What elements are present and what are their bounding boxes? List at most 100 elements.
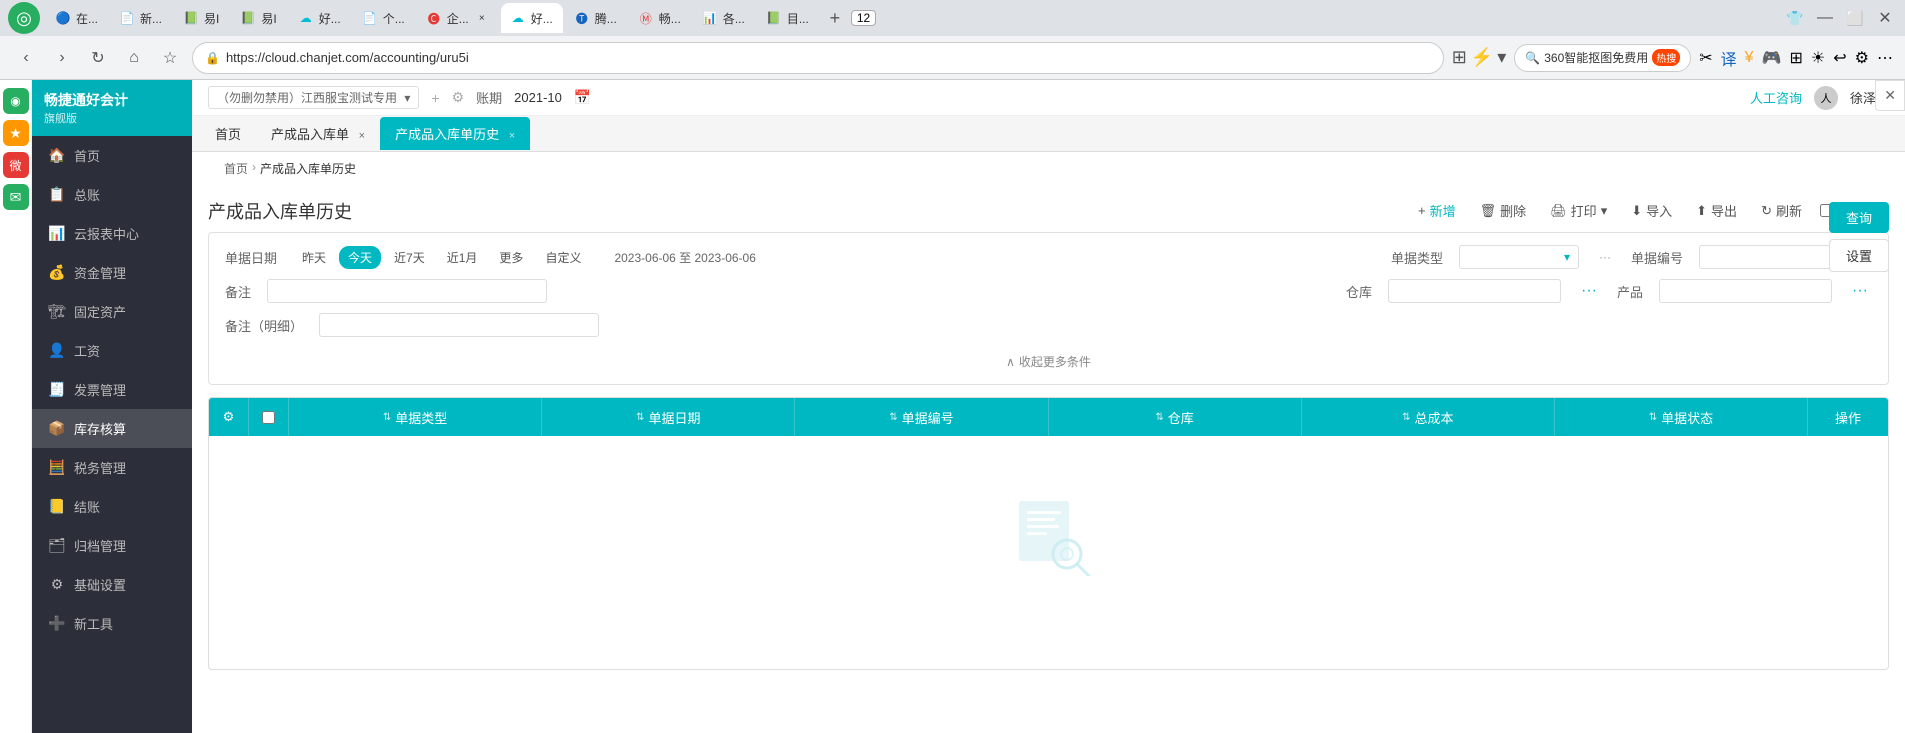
export-button[interactable]: ⬆ 导出 <box>1690 197 1743 224</box>
th-warehouse[interactable]: ⇅ 仓库 <box>1049 398 1302 436</box>
calendar-icon[interactable]: 📅 <box>574 89 591 106</box>
date-btn-today[interactable]: 今天 <box>339 246 381 269</box>
left-icon-green[interactable]: ◉ <box>3 88 29 114</box>
th-date[interactable]: ⇅ 单据日期 <box>542 398 795 436</box>
date-btn-more[interactable]: 更多 <box>490 246 532 269</box>
nav-item-funds[interactable]: 💰 资金管理 <box>32 253 192 292</box>
date-btn-7days[interactable]: 近7天 <box>385 246 434 269</box>
left-icon-red[interactable]: 微 <box>3 152 29 178</box>
th-status[interactable]: ⇅ 单据状态 <box>1555 398 1808 436</box>
forward-button[interactable]: › <box>48 44 76 72</box>
nav-item-assets[interactable]: 🏗 固定资产 <box>32 292 192 331</box>
nav-item-invoice[interactable]: 🧾 发票管理 <box>32 370 192 409</box>
date-btn-custom[interactable]: 自定义 <box>536 246 590 269</box>
date-btn-1month[interactable]: 近1月 <box>438 246 487 269</box>
page-tab-history-close[interactable]: × <box>509 130 515 142</box>
back-button[interactable]: ‹ <box>12 44 40 72</box>
page-tab-list[interactable]: 产成品入库单 × <box>256 117 380 150</box>
grid-icon[interactable]: ⊞ <box>1452 47 1467 68</box>
minimize-button[interactable]: — <box>1813 6 1837 30</box>
th-num[interactable]: ⇅ 单据编号 <box>795 398 1048 436</box>
theme-icon[interactable]: ☀ <box>1811 48 1825 68</box>
collapse-button[interactable]: ∧ 收起更多条件 <box>1006 353 1091 370</box>
th-type[interactable]: ⇅ 单据类型 <box>289 398 542 436</box>
bookmark-button[interactable]: ☆ <box>156 44 184 72</box>
nav-item-salary[interactable]: 👤 工资 <box>32 331 192 370</box>
close-button[interactable]: ✕ <box>1873 6 1897 30</box>
th-gear[interactable]: ⚙ <box>209 398 249 436</box>
type-filter-select[interactable]: ▾ <box>1459 245 1579 269</box>
home-button[interactable]: ⌂ <box>120 44 148 72</box>
add-button[interactable]: + 新增 <box>1412 197 1462 224</box>
collapse-up-icon: ∧ <box>1006 355 1015 369</box>
product-dots[interactable]: ··· <box>1848 282 1872 300</box>
tab-3[interactable]: 📗 易I <box>231 3 286 33</box>
page-tab-home[interactable]: 首页 <box>200 117 256 150</box>
nav-item-tax[interactable]: 🧮 税务管理 <box>32 448 192 487</box>
game-icon[interactable]: 🎮 <box>1762 48 1782 68</box>
tab-9[interactable]: Ⓜ 畅... <box>629 3 691 33</box>
tab-5[interactable]: 📄 个... <box>353 3 415 33</box>
company-settings-icon[interactable]: ⚙ <box>452 89 465 106</box>
breadcrumb-home[interactable]: 首页 <box>224 160 248 177</box>
tab-4[interactable]: ☁ 好... <box>289 3 351 33</box>
right-panel-close[interactable]: ✕ <box>1875 80 1905 111</box>
nav-item-closing[interactable]: 📒 结账 <box>32 487 192 526</box>
import-button[interactable]: ⬇ 导入 <box>1625 197 1678 224</box>
tab-8[interactable]: 🅣 腾... <box>565 3 627 33</box>
nav-item-tools[interactable]: ➕ 新工具 <box>32 604 192 643</box>
tab-2[interactable]: 📗 易I <box>174 3 229 33</box>
add-company-button[interactable]: + <box>431 90 439 106</box>
tab-active[interactable]: ☁ 好... <box>501 3 563 33</box>
shirt-icon[interactable]: 👕 <box>1783 6 1807 30</box>
page-tab-history[interactable]: 产成品入库单历史 × <box>380 117 530 150</box>
dropdown-icon[interactable]: ▾ <box>1497 47 1506 68</box>
tab-6-close[interactable]: × <box>475 11 489 25</box>
refresh-button[interactable]: ↻ 刷新 <box>1755 197 1808 224</box>
company-selector[interactable]: （勿删勿禁用）江西服宝测试专用 ▾ <box>208 86 419 109</box>
new-tab-button[interactable]: + <box>821 4 849 32</box>
delete-button[interactable]: 🗑 删除 <box>1474 197 1533 224</box>
settings-icon[interactable]: ⚙ <box>1855 48 1869 68</box>
th-cost[interactable]: ⇅ 总成本 <box>1302 398 1555 436</box>
tab-11[interactable]: 📗 目... <box>757 3 819 33</box>
tab-1[interactable]: 📄 新... <box>110 3 172 33</box>
nav-item-settings[interactable]: ⚙ 基础设置 <box>32 565 192 604</box>
warehouse-filter-input[interactable] <box>1388 279 1561 303</box>
print-button[interactable]: 🖨 打印 ▾ <box>1544 197 1613 224</box>
refresh-nav-button[interactable]: ↻ <box>84 44 112 72</box>
yuan-icon[interactable]: ¥ <box>1745 49 1754 67</box>
left-icon-star[interactable]: ★ <box>3 120 29 146</box>
user-avatar[interactable]: 人 <box>1814 86 1838 110</box>
settings-query-button[interactable]: 设置 <box>1829 239 1889 272</box>
remark-detail-filter-input[interactable] <box>319 313 599 337</box>
address-bar[interactable]: 🔒 https://cloud.chanjet.com/accounting/u… <box>192 42 1444 74</box>
query-button[interactable]: 查询 <box>1829 202 1889 233</box>
left-icon-mail[interactable]: ✉ <box>3 184 29 210</box>
tab-0[interactable]: 🔵 在... <box>46 3 108 33</box>
date-btn-yesterday[interactable]: 昨天 <box>293 246 335 269</box>
lightning-icon[interactable]: ⚡ <box>1471 47 1493 68</box>
warehouse-dots[interactable]: ··· <box>1577 282 1601 300</box>
tab-6[interactable]: 🅒 企... × <box>417 3 499 33</box>
select-all-checkbox[interactable] <box>262 411 275 424</box>
nav-item-archive[interactable]: 🗂 归档管理 <box>32 526 192 565</box>
undo-icon[interactable]: ↩ <box>1833 48 1846 68</box>
nav-item-inventory[interactable]: 📦 库存核算 <box>32 409 192 448</box>
maximize-button[interactable]: ⬜ <box>1843 6 1867 30</box>
more-icon[interactable]: ⋯ <box>1877 48 1893 68</box>
product-filter-input[interactable] <box>1659 279 1832 303</box>
nav-item-home[interactable]: 🏠 首页 <box>32 136 192 175</box>
translate-icon[interactable]: 译 <box>1721 46 1737 70</box>
nav-item-ledger[interactable]: 📋 总账 <box>32 175 192 214</box>
page-tab-list-close[interactable]: × <box>359 130 365 142</box>
user-service-label[interactable]: 人工咨询 <box>1750 88 1802 107</box>
nav-item-reports[interactable]: 📊 云报表中心 <box>32 214 192 253</box>
layout-icon[interactable]: ⊞ <box>1790 48 1803 68</box>
scissors-icon[interactable]: ✂ <box>1699 48 1712 68</box>
search-box[interactable]: 🔍 360智能抠图免费用 热搜 <box>1514 44 1691 72</box>
remark-filter-input[interactable] <box>267 279 547 303</box>
nav-label-archive: 归档管理 <box>74 536 126 555</box>
th-checkbox[interactable] <box>249 398 289 436</box>
tab-10[interactable]: 📊 各... <box>693 3 755 33</box>
